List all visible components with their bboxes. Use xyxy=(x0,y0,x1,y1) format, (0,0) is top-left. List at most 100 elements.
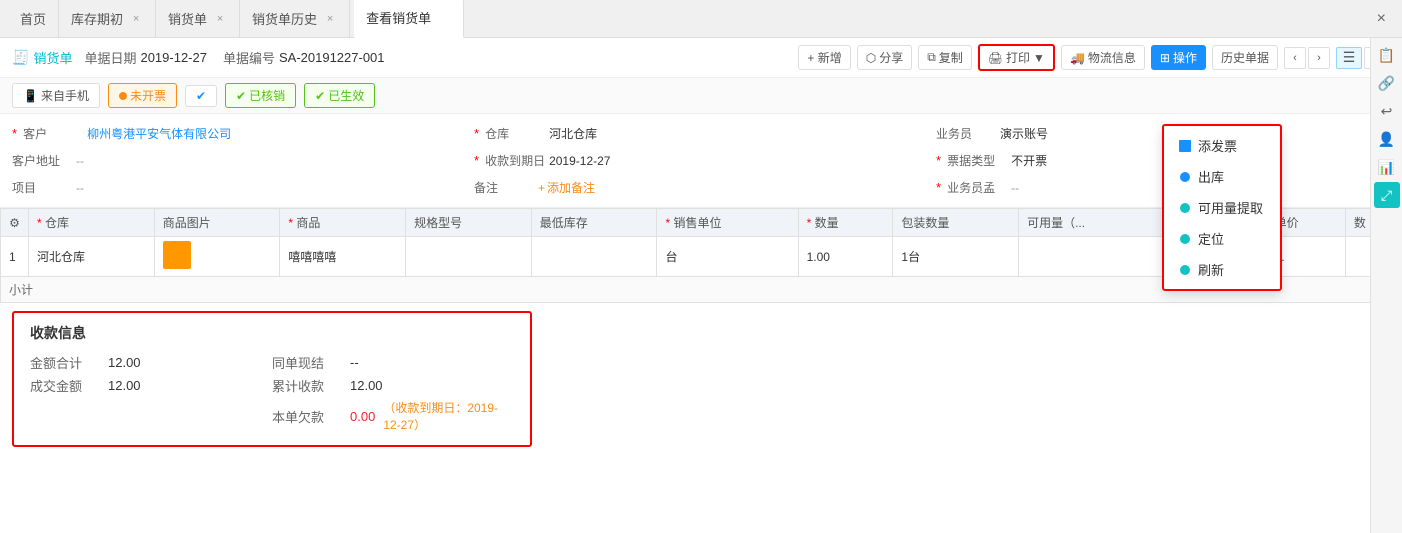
tab-home[interactable]: 首页 xyxy=(8,0,59,38)
print-icon: 🖨 xyxy=(988,51,1003,65)
copy-icon: ⧉ xyxy=(927,50,936,65)
sidebar-icon-link[interactable]: 🔗 xyxy=(1374,70,1400,96)
tab-close-inventory[interactable]: × xyxy=(129,12,143,26)
dropdown-outbound[interactable]: 出库 xyxy=(1164,161,1280,192)
open-ticket-button[interactable]: 未开票 xyxy=(108,83,177,108)
row-image xyxy=(154,237,280,277)
tab-close-view[interactable]: × xyxy=(437,11,451,25)
warehouse-field: * 仓库 河北仓库 xyxy=(474,122,928,145)
sidebar-icon-doc[interactable]: 📋 xyxy=(1374,42,1400,68)
sidebar-icon-expand[interactable]: ⤢ xyxy=(1374,182,1400,208)
cumulative-row: 累计收款 12.00 xyxy=(272,374,514,397)
ops-button[interactable]: ⊞ 操作 xyxy=(1151,45,1206,70)
deal-row: 成交金额 12.00 xyxy=(30,374,272,397)
window-close-button[interactable]: × xyxy=(1369,10,1394,28)
tab-view-sales[interactable]: 查看销货单 × xyxy=(354,0,464,38)
row-available xyxy=(1019,237,1164,277)
table-settings-header[interactable]: ⚙ xyxy=(1,209,29,237)
dropdown-locate[interactable]: 定位 xyxy=(1164,223,1280,254)
owed-row: 本单欠款 0.00 （收款到期日：2019-12-27） xyxy=(272,397,514,435)
check-icon: ✔ xyxy=(236,89,246,103)
nav-next-button[interactable]: › xyxy=(1308,47,1330,69)
col-spec: 规格型号 xyxy=(406,209,532,237)
dropdown-add-invoice[interactable]: 添发票 xyxy=(1164,130,1280,161)
add-note-button[interactable]: + 添加备注 xyxy=(538,179,595,196)
toolbar: + 新增 ⬡ 分享 ⧉ 复制 🖨 打印 ▼ 🚚 物流信息 ⊞ 操作 xyxy=(798,44,1390,71)
copy-button[interactable]: ⧉ 复制 xyxy=(918,45,972,70)
project-field: 项目 -- xyxy=(12,176,466,199)
sidebar-icon-chart[interactable]: 📊 xyxy=(1374,154,1400,180)
tab-close-history[interactable]: × xyxy=(323,12,337,26)
col-min-stock: 最低库存 xyxy=(531,209,657,237)
row-product: 嘻嘻嘻嘻 xyxy=(280,237,406,277)
total-row: 金额合计 12.00 xyxy=(30,351,272,374)
dropdown-available-qty[interactable]: 可用量提取 xyxy=(1164,192,1280,223)
tab-sales-history[interactable]: 销货单历史 × xyxy=(240,0,350,38)
address-field: 客户地址 -- xyxy=(12,149,466,172)
confirm-button[interactable]: ✔ xyxy=(185,85,217,107)
print-dropdown-arrow: ▼ xyxy=(1033,51,1045,65)
doc-number-field: 单据编号 SA-20191227-001 xyxy=(223,48,385,67)
doc-meta: 单据日期 2019-12-27 单据编号 SA-20191227-001 xyxy=(84,48,384,67)
customer-field: * 客户 柳州粤港平安气体有限公司 xyxy=(12,122,466,145)
row-min-stock xyxy=(531,237,657,277)
list-view-button[interactable]: ☰ xyxy=(1336,47,1362,69)
history-button[interactable]: 历史单据 xyxy=(1212,45,1278,70)
doc-date-field: 单据日期 2019-12-27 xyxy=(84,48,207,67)
col-warehouse: 仓库 xyxy=(29,209,155,237)
sidebar-icon-return[interactable]: ↩ xyxy=(1374,98,1400,124)
note-field: 备注 + 添加备注 xyxy=(474,176,928,199)
effect-button[interactable]: ✔ 已生效 xyxy=(304,83,375,108)
doc-icon: 🧾 xyxy=(12,49,29,66)
share-button[interactable]: ⬡ 分享 xyxy=(857,45,913,70)
ops-dropdown-menu: 添发票 出库 可用量提取 定位 刷新 xyxy=(1162,124,1282,291)
tab-inventory-init[interactable]: 库存期初 × xyxy=(59,0,156,38)
tab-sales-order[interactable]: 销货单 × xyxy=(156,0,240,38)
effect-icon: ✔ xyxy=(315,89,325,103)
locate-icon xyxy=(1178,232,1192,246)
dropdown-refresh[interactable]: 刷新 xyxy=(1164,254,1280,285)
new-button[interactable]: + 新增 xyxy=(798,45,850,70)
logistics-button[interactable]: 🚚 物流信息 xyxy=(1061,45,1145,70)
available-qty-icon xyxy=(1178,201,1192,215)
col-product: 商品 xyxy=(280,209,406,237)
from-phone-button[interactable]: 📱 来自手机 xyxy=(12,83,100,108)
row-spec xyxy=(406,237,532,277)
ops-icon: ⊞ xyxy=(1160,51,1170,65)
right-sidebar: 📋 🔗 ↩ 👤 📊 ⤢ xyxy=(1370,38,1402,533)
add-invoice-icon xyxy=(1178,139,1192,153)
col-qty: 数量 xyxy=(798,209,893,237)
plus-icon: + xyxy=(538,181,545,195)
row-warehouse: 河北仓库 xyxy=(29,237,155,277)
tab-bar: 首页 库存期初 × 销货单 × 销货单历史 × 查看销货单 × × xyxy=(0,0,1402,38)
checked-button[interactable]: ✔ 已核销 xyxy=(225,83,296,108)
logistics-icon: 🚚 xyxy=(1070,51,1085,65)
outbound-icon xyxy=(1178,170,1192,184)
confirm-icon: ✔ xyxy=(196,89,206,103)
nav-arrows: ‹ › xyxy=(1284,47,1330,69)
main-content: 🧾 销货单 单据日期 2019-12-27 单据编号 SA-20191227-0… xyxy=(0,38,1402,533)
payment-grid: 金额合计 12.00 成交金额 12.00 同单现结 -- 累计收款 12.00 xyxy=(30,351,514,435)
due-date-field: * 收款到期日 2019-12-27 xyxy=(474,149,928,172)
payment-title: 收款信息 xyxy=(30,323,514,343)
row-no: 1 xyxy=(1,237,29,277)
col-unit: 销售单位 xyxy=(657,209,798,237)
print-button[interactable]: 🖨 打印 ▼ xyxy=(978,44,1055,71)
payment-box: 收款信息 金额合计 12.00 成交金额 12.00 同单现结 -- 累计收款 xyxy=(12,311,532,447)
nav-prev-button[interactable]: ‹ xyxy=(1284,47,1306,69)
open-dot-icon xyxy=(119,92,127,100)
doc-header: 🧾 销货单 单据日期 2019-12-27 单据编号 SA-20191227-0… xyxy=(0,38,1402,78)
payment-left: 金额合计 12.00 成交金额 12.00 xyxy=(30,351,272,435)
col-available: 可用量（... xyxy=(1019,209,1164,237)
tab-close-sales[interactable]: × xyxy=(213,12,227,26)
doc-title: 🧾 销货单 xyxy=(12,48,72,67)
product-image xyxy=(163,241,191,269)
payment-right: 同单现结 -- 累计收款 12.00 本单欠款 0.00 （收款到期日：2019… xyxy=(272,351,514,435)
col-pack-qty: 包装数量 xyxy=(893,209,1019,237)
row-unit: 台 xyxy=(657,237,798,277)
row-pack-qty: 1台 xyxy=(893,237,1019,277)
single-settle-row: 同单现结 -- xyxy=(272,351,514,374)
refresh-icon xyxy=(1178,263,1192,277)
sidebar-icon-user[interactable]: 👤 xyxy=(1374,126,1400,152)
row-qty: 1.00 xyxy=(798,237,893,277)
